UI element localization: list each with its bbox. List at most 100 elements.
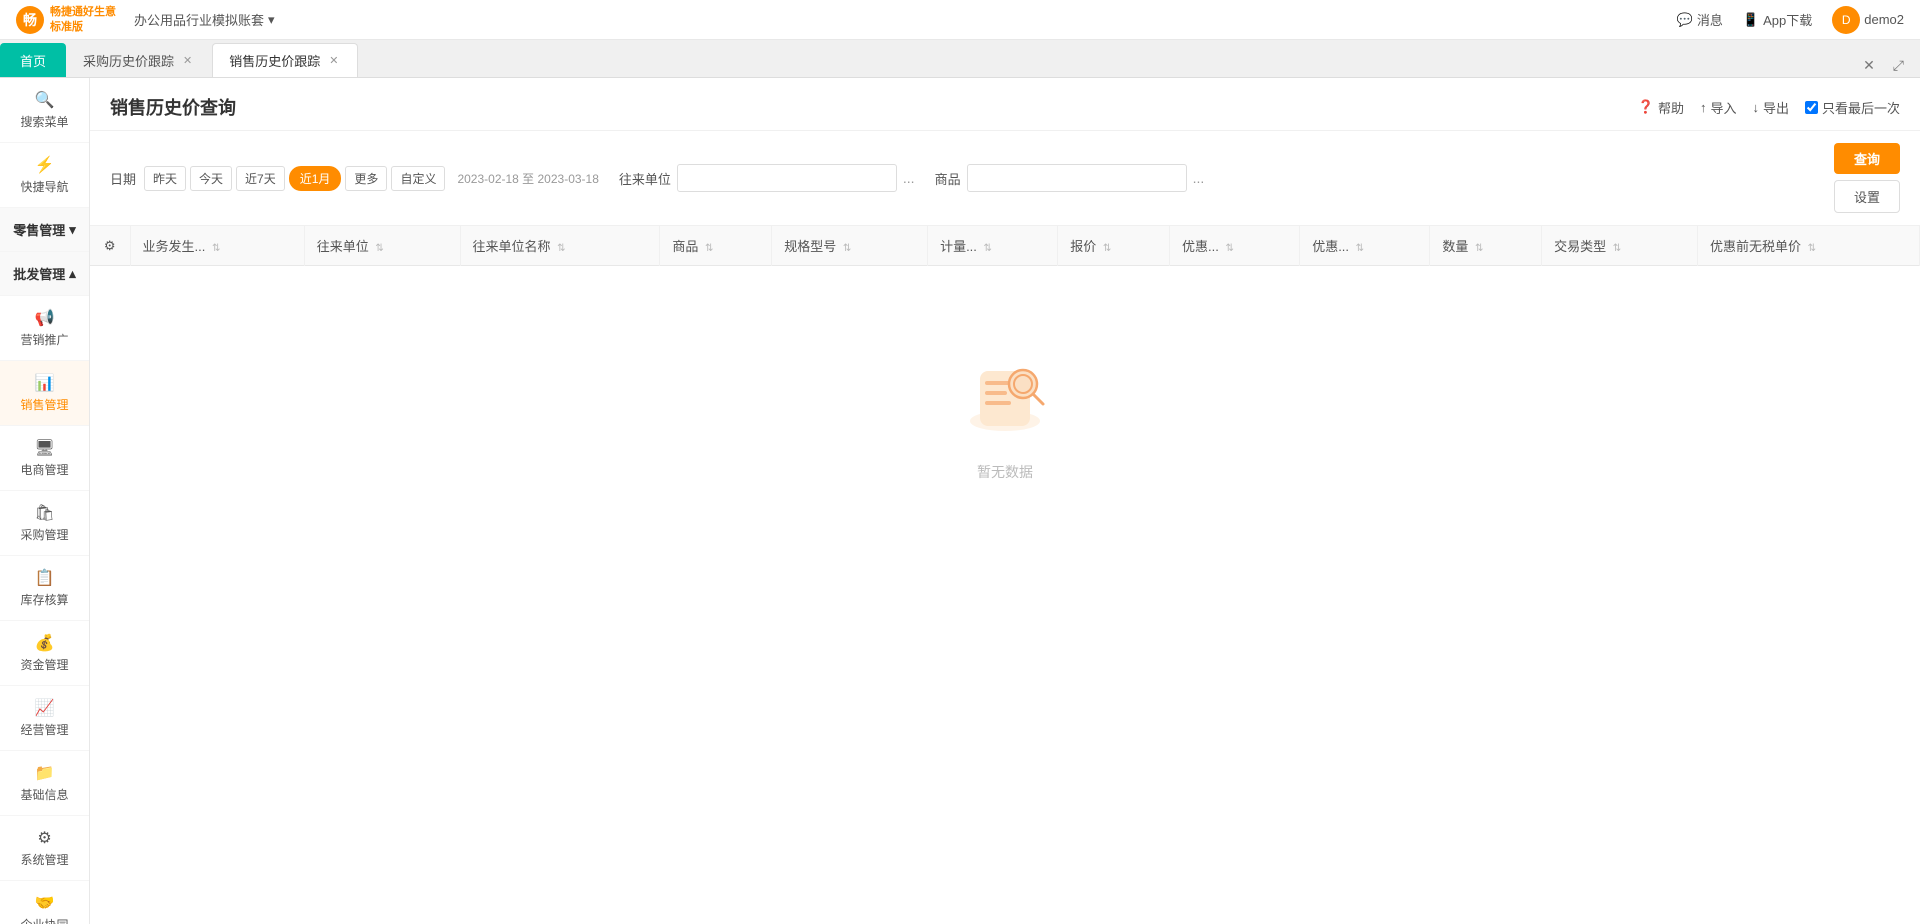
data-table: ⚙ 业务发生... ⇅ 往来单位 ⇅ 往来单位名称 <box>90 226 1920 266</box>
date-btn-last7days[interactable]: 近7天 <box>236 166 285 191</box>
date-btn-more[interactable]: 更多 <box>345 166 387 191</box>
sidebar-item-sales-mgmt[interactable]: 📊 销售管理 <box>0 361 89 426</box>
sidebar-item-finance[interactable]: 💰 资金管理 <box>0 621 89 686</box>
close-tab-button[interactable]: ✕ <box>1857 54 1881 77</box>
help-button[interactable]: ❓ 帮助 <box>1638 98 1684 117</box>
sort-arrows-biz-date: ⇅ <box>212 243 220 254</box>
col-header-discount1[interactable]: 优惠... ⇅ <box>1170 226 1300 266</box>
tab-purchase-history[interactable]: 采购历史价跟踪 ✕ <box>66 43 212 77</box>
col-header-unit[interactable]: 计量... ⇅ <box>928 226 1058 266</box>
tab-bar: 首页 采购历史价跟踪 ✕ 销售历史价跟踪 ✕ ✕ ⤢ <box>0 40 1920 78</box>
collab-icon: 🤝 <box>35 893 55 913</box>
sort-arrows-trade-type: ⇅ <box>1613 243 1621 254</box>
page-header: 销售历史价查询 ❓ 帮助 ↑ 导入 ↓ 导出 <box>90 78 1920 131</box>
sidebar-item-purchase-mgmt[interactable]: 🛍 采购管理 <box>0 491 89 556</box>
sort-arrows-unit: ⇅ <box>984 243 992 254</box>
import-button[interactable]: ↑ 导入 <box>1700 98 1737 117</box>
phone-icon: 📱 <box>1743 12 1759 28</box>
avatar: D <box>1832 6 1860 34</box>
col-header-quoted-price[interactable]: 报价 ⇅ <box>1058 226 1170 266</box>
finance-icon: 💰 <box>35 633 55 653</box>
filter-area: 日期 昨天 今天 近7天 近1月 更多 自定义 2023-02-18 至 202… <box>90 131 1920 226</box>
date-btn-last1month[interactable]: 近1月 <box>289 166 342 191</box>
inventory-icon: 📋 <box>35 568 55 588</box>
partner-label: 往来单位 <box>619 169 671 188</box>
date-range-text: 2023-02-18 至 2023-03-18 <box>457 170 598 187</box>
header-right: 💬 消息 📱 App下载 D demo2 <box>1677 6 1904 34</box>
export-button[interactable]: ↓ 导出 <box>1752 98 1789 117</box>
partner-input[interactable] <box>677 164 897 192</box>
col-header-settings[interactable]: ⚙ <box>90 226 130 266</box>
col-header-quantity[interactable]: 数量 ⇅ <box>1430 226 1542 266</box>
sort-arrows-partner-code: ⇅ <box>375 243 383 254</box>
sort-arrows-partner-name: ⇅ <box>557 243 565 254</box>
chevron-down-icon: ▾ <box>69 222 76 238</box>
ecommerce-icon: 🖥 <box>34 438 54 458</box>
col-header-discount2[interactable]: 优惠... ⇅ <box>1300 226 1430 266</box>
sidebar-item-enterprise-collab[interactable]: 🤝 企业协同 <box>0 881 89 924</box>
col-header-partner-code[interactable]: 往来单位 ⇅ <box>304 226 460 266</box>
date-label: 日期 <box>110 169 136 188</box>
maximize-tab-button[interactable]: ⤢ <box>1887 54 1910 77</box>
sidebar-item-ecommerce[interactable]: 🖥 电商管理 <box>0 426 89 491</box>
sidebar-item-inventory[interactable]: 📋 库存核算 <box>0 556 89 621</box>
tab-close-purchase[interactable]: ✕ <box>180 52 195 69</box>
sidebar-item-operations[interactable]: 📈 经营管理 <box>0 686 89 751</box>
table-header: ⚙ 业务发生... ⇅ 往来单位 ⇅ 往来单位名称 <box>90 226 1920 266</box>
top-header: 畅 畅捷通好生意 标准版 办公用品行业模拟账套 ▾ 💬 消息 📱 App下载 D… <box>0 0 1920 40</box>
marketing-icon: 📢 <box>35 308 55 328</box>
sort-arrows-discount1: ⇅ <box>1226 243 1234 254</box>
main-layout: 🔍 搜索菜单 ⚡ 快捷导航 零售管理 ▾ 批发管理 ▴ 📢 营销推广 📊 销售管… <box>0 78 1920 924</box>
sort-arrows-quantity: ⇅ <box>1475 243 1483 254</box>
col-header-partner-name[interactable]: 往来单位名称 ⇅ <box>460 226 660 266</box>
operations-icon: 📈 <box>35 698 55 718</box>
empty-illustration <box>955 346 1055 446</box>
sidebar-item-marketing[interactable]: 📢 营销推广 <box>0 296 89 361</box>
gear-icon: ⚙ <box>104 238 116 253</box>
query-button[interactable]: 查询 <box>1834 143 1900 174</box>
account-selector[interactable]: 办公用品行业模拟账套 ▾ <box>126 6 283 33</box>
empty-state: 暂无数据 <box>90 266 1920 562</box>
date-btn-today[interactable]: 今天 <box>190 166 232 191</box>
content-area: 销售历史价查询 ❓ 帮助 ↑ 导入 ↓ 导出 <box>90 78 1920 924</box>
tab-home[interactable]: 首页 <box>0 43 66 77</box>
settings-button[interactable]: 设置 <box>1834 180 1900 213</box>
app-download-button[interactable]: 📱 App下载 <box>1743 10 1812 29</box>
col-header-spec[interactable]: 规格型号 ⇅ <box>772 226 928 266</box>
sidebar-item-search-menu[interactable]: 🔍 搜索菜单 <box>0 78 89 143</box>
message-button[interactable]: 💬 消息 <box>1677 10 1723 29</box>
search-icon: 🔍 <box>35 90 55 110</box>
sort-arrows-spec: ⇅ <box>843 243 851 254</box>
tab-close-sales[interactable]: ✕ <box>326 52 341 69</box>
header-left: 畅 畅捷通好生意 标准版 办公用品行业模拟账套 ▾ <box>16 5 283 34</box>
col-header-biz-date[interactable]: 业务发生... ⇅ <box>130 226 304 266</box>
logo-area: 畅 畅捷通好生意 标准版 <box>16 5 116 34</box>
product-input[interactable] <box>967 164 1187 192</box>
user-profile[interactable]: D demo2 <box>1832 6 1904 34</box>
sidebar-item-basic-info[interactable]: 📁 基础信息 <box>0 751 89 816</box>
col-header-product[interactable]: 商品 ⇅ <box>660 226 772 266</box>
page-title: 销售历史价查询 <box>110 94 236 120</box>
only-last-checkbox[interactable] <box>1805 101 1818 114</box>
sort-arrows-discount2: ⇅ <box>1356 243 1364 254</box>
product-filter-group: 商品 ... <box>935 164 1205 192</box>
filter-action-buttons: 查询 设置 <box>1834 143 1900 213</box>
col-header-pretax-price[interactable]: 优惠前无税单价 ⇅ <box>1698 226 1920 266</box>
chevron-down-icon: ▾ <box>268 12 275 28</box>
sidebar-item-wholesale-mgmt[interactable]: 批发管理 ▴ <box>0 252 89 296</box>
partner-dots[interactable]: ... <box>903 170 915 186</box>
chevron-up-icon: ▴ <box>69 266 76 282</box>
date-btn-custom[interactable]: 自定义 <box>391 166 445 191</box>
only-last-checkbox-label[interactable]: 只看最后一次 <box>1805 98 1900 117</box>
tab-sales-history[interactable]: 销售历史价跟踪 ✕ <box>212 43 358 77</box>
product-dots[interactable]: ... <box>1193 170 1205 186</box>
sort-arrows-quoted-price: ⇅ <box>1103 243 1111 254</box>
date-btn-yesterday[interactable]: 昨天 <box>144 166 186 191</box>
tab-bar-right: ✕ ⤢ <box>1847 54 1920 77</box>
col-header-trade-type[interactable]: 交易类型 ⇅ <box>1542 226 1698 266</box>
date-filter-group: 日期 昨天 今天 近7天 近1月 更多 自定义 2023-02-18 至 202… <box>110 166 599 191</box>
sidebar-item-system-mgmt[interactable]: ⚙ 系统管理 <box>0 816 89 881</box>
sidebar-item-retail-mgmt[interactable]: 零售管理 ▾ <box>0 208 89 252</box>
export-icon: ↓ <box>1752 100 1759 115</box>
sidebar-item-quick-nav[interactable]: ⚡ 快捷导航 <box>0 143 89 208</box>
